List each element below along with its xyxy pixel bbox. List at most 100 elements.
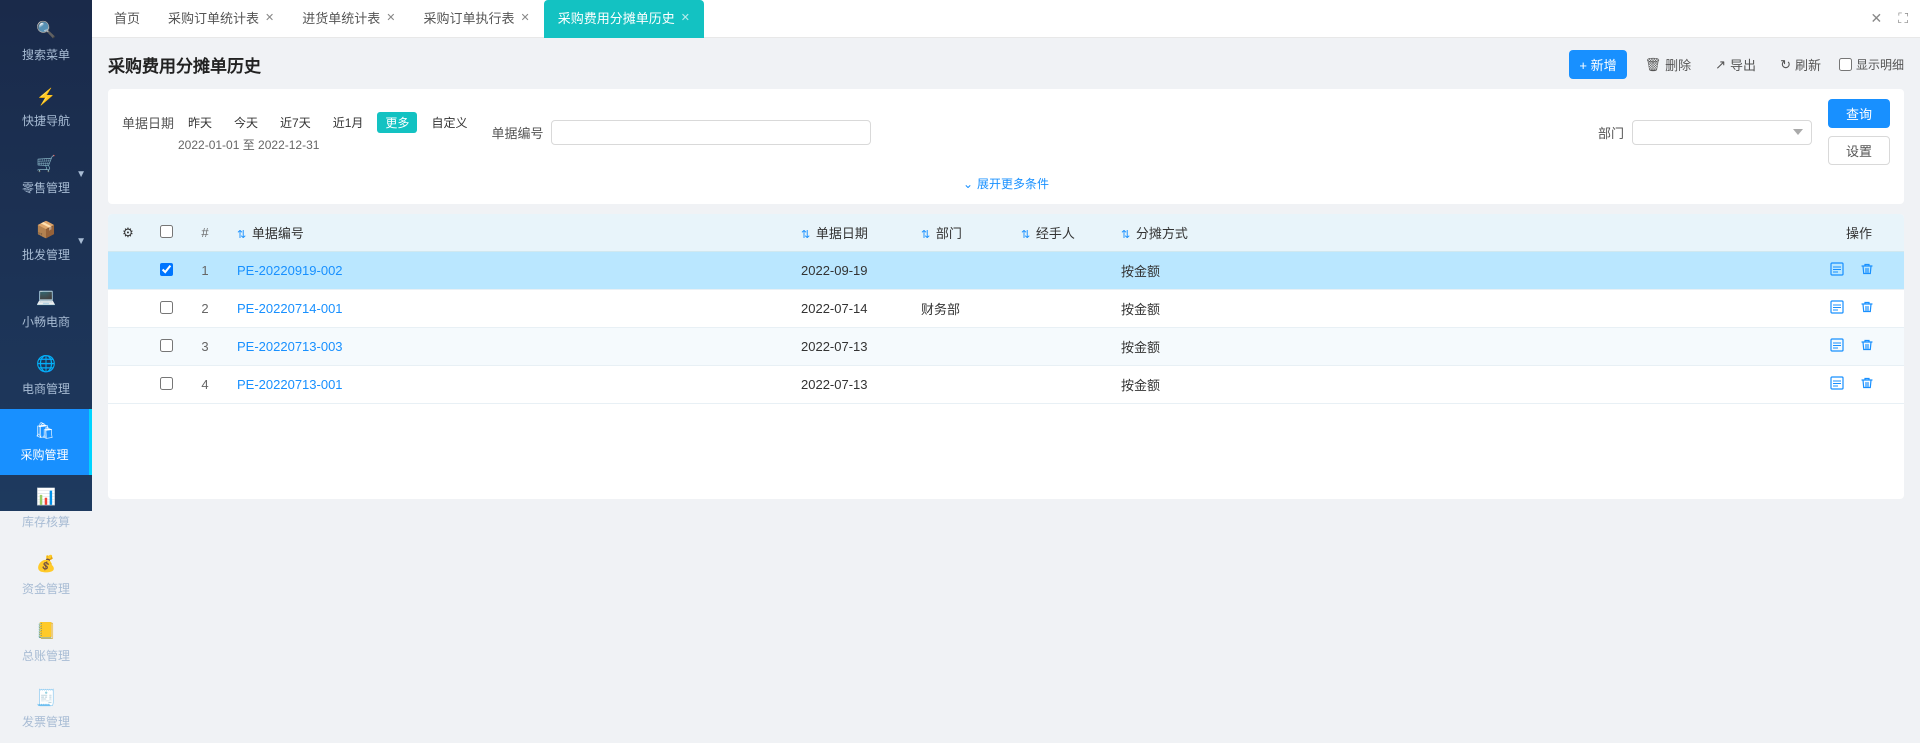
- query-button[interactable]: 查询: [1828, 99, 1890, 128]
- show-cols-label[interactable]: 显示明细: [1839, 56, 1904, 73]
- date-today-button[interactable]: 今天: [226, 112, 266, 133]
- sidebar-item-label: 快捷导航: [22, 114, 70, 128]
- row-split-cell: 按金额: [1109, 252, 1814, 290]
- split-col-header[interactable]: ⇅ 分摊方式: [1109, 214, 1814, 252]
- row-settings-cell: [108, 366, 148, 404]
- row-edit-button[interactable]: [1826, 336, 1848, 357]
- tab-purchase-order-exec-label: 采购订单执行表: [423, 8, 514, 27]
- maximize-button[interactable]: ⛶: [1894, 8, 1912, 29]
- row-split-cell: 按金额: [1109, 328, 1814, 366]
- date-7days-button[interactable]: 近7天: [272, 112, 319, 133]
- filter-settings-button[interactable]: 设置: [1828, 136, 1890, 165]
- export-button[interactable]: ↗ 导出: [1709, 51, 1762, 78]
- row-edit-button[interactable]: [1826, 374, 1848, 395]
- row-delete-button[interactable]: [1856, 298, 1878, 319]
- show-cols-checkbox[interactable]: [1839, 58, 1852, 71]
- close-icon[interactable]: ✕: [521, 11, 530, 24]
- doc-no-input[interactable]: [551, 120, 871, 145]
- row-checkbox[interactable]: [160, 263, 173, 276]
- delete-icon: 🗑: [1645, 57, 1662, 73]
- date-1month-button[interactable]: 近1月: [325, 112, 372, 133]
- refresh-button[interactable]: ↻ 刷新: [1774, 51, 1827, 78]
- dept-select[interactable]: [1632, 120, 1812, 145]
- dept-filter-group: 部门: [1598, 120, 1812, 145]
- dept-col-header[interactable]: ⇅ 部门: [909, 214, 1009, 252]
- doc-no-link[interactable]: PE-20220713-001: [237, 377, 343, 392]
- row-handler-cell: [1009, 328, 1109, 366]
- dept-label: 部门: [1598, 123, 1624, 142]
- doc-no-col-header[interactable]: ⇅ 单据编号: [225, 214, 789, 252]
- row-settings-cell: [108, 252, 148, 290]
- sort-icon: ⇅: [801, 229, 810, 241]
- table-container: ⚙ # ⇅ 单据编号 ⇅ 单据日期: [108, 214, 1904, 499]
- sidebar-item-ecommerce[interactable]: 🌐 电商管理: [0, 342, 92, 409]
- delete-button[interactable]: 🗑 删除: [1639, 51, 1698, 78]
- sidebar-item-finance[interactable]: 💰 资金管理: [0, 542, 92, 609]
- sort-icon: ⇅: [1121, 229, 1130, 241]
- date-filter-label: 单据日期: [122, 113, 174, 132]
- sidebar-item-search[interactable]: 🔍 搜索菜单: [0, 8, 92, 75]
- close-window-button[interactable]: ✕: [1866, 8, 1886, 29]
- doc-no-link[interactable]: PE-20220713-003: [237, 339, 343, 354]
- invoice-icon: 🧾: [4, 686, 88, 712]
- table-row: 2 PE-20220714-001 2022-07-14 财务部 按金额: [108, 290, 1904, 328]
- date-more-button[interactable]: 更多: [377, 112, 417, 133]
- sidebar-item-label: 库存核算: [22, 515, 70, 529]
- sidebar-item-shortcut[interactable]: ⚡ 快捷导航: [0, 75, 92, 142]
- handler-col-header[interactable]: ⇅ 经手人: [1009, 214, 1109, 252]
- table-body: 1 PE-20220919-002 2022-09-19 按金额: [108, 252, 1904, 404]
- doc-no-link[interactable]: PE-20220919-002: [237, 263, 343, 278]
- tab-stock-stats[interactable]: 进货单统计表 ✕: [288, 0, 409, 38]
- doc-no-link[interactable]: PE-20220714-001: [237, 301, 343, 316]
- expand-button[interactable]: ⌄ 展开更多条件: [955, 173, 1057, 194]
- select-all-checkbox[interactable]: [160, 225, 173, 238]
- sidebar-item-accounting[interactable]: 📒 总账管理: [0, 609, 92, 676]
- sidebar-item-wholesale[interactable]: 📦 批发管理 ▼: [0, 208, 92, 275]
- tab-purchase-order-stats[interactable]: 采购订单统计表 ✕: [154, 0, 288, 38]
- row-delete-button[interactable]: [1856, 336, 1878, 357]
- row-checkbox[interactable]: [160, 377, 173, 390]
- row-delete-button[interactable]: [1856, 374, 1878, 395]
- row-delete-button[interactable]: [1856, 260, 1878, 281]
- row-action-cell: [1814, 252, 1904, 290]
- doc-no-filter-group: 单据编号: [491, 120, 1582, 145]
- sidebar-item-invoice[interactable]: 🧾 发票管理: [0, 676, 92, 743]
- doc-no-label: 单据编号: [491, 123, 543, 142]
- purchase-icon: 🛍: [4, 419, 85, 445]
- row-checkbox-cell[interactable]: [148, 366, 185, 404]
- row-date-cell: 2022-09-19: [789, 252, 909, 290]
- settings-col-header[interactable]: ⚙: [108, 214, 148, 252]
- tab-home[interactable]: 首页: [100, 0, 154, 38]
- main-area: 首页 采购订单统计表 ✕ 进货单统计表 ✕ 采购订单执行表 ✕ 采购费用分摊单历…: [92, 0, 1920, 511]
- date-custom-button[interactable]: 自定义: [423, 112, 475, 133]
- date-yesterday-button[interactable]: 昨天: [180, 112, 220, 133]
- row-edit-button[interactable]: [1826, 260, 1848, 281]
- date-col-header[interactable]: ⇅ 单据日期: [789, 214, 909, 252]
- row-checkbox-cell[interactable]: [148, 252, 185, 290]
- add-button[interactable]: + 新增: [1569, 50, 1626, 79]
- row-doc-no-cell: PE-20220919-002: [225, 252, 789, 290]
- close-icon[interactable]: ✕: [681, 11, 690, 24]
- row-edit-button[interactable]: [1826, 298, 1848, 319]
- row-checkbox-cell[interactable]: [148, 290, 185, 328]
- sidebar-item-inventory[interactable]: 📊 库存核算: [0, 475, 92, 542]
- inventory-icon: 📊: [4, 485, 88, 511]
- tab-actions: ✕ ⛶: [1866, 8, 1912, 29]
- ecommerce-icon: 🌐: [4, 352, 88, 378]
- close-icon[interactable]: ✕: [386, 11, 395, 24]
- table-row: 1 PE-20220919-002 2022-09-19 按金额: [108, 252, 1904, 290]
- sidebar-item-retail[interactable]: 🛒 零售管理 ▼: [0, 142, 92, 209]
- sidebar-item-purchase[interactable]: 🛍 采购管理: [0, 409, 92, 476]
- sidebar-item-ecommerce-small[interactable]: 💻 小畅电商: [0, 275, 92, 342]
- row-date-cell: 2022-07-13: [789, 366, 909, 404]
- checkbox-col-header[interactable]: [148, 214, 185, 252]
- page-title: 采购费用分摊单历史: [108, 52, 261, 77]
- tab-purchase-cost-split[interactable]: 采购费用分摊单历史 ✕: [544, 0, 704, 38]
- close-icon[interactable]: ✕: [265, 11, 274, 24]
- tab-purchase-order-exec[interactable]: 采购订单执行表 ✕: [409, 0, 543, 38]
- date-range-text: 2022-01-01 至 2022-12-31: [178, 138, 319, 152]
- row-checkbox-cell[interactable]: [148, 328, 185, 366]
- row-checkbox[interactable]: [160, 339, 173, 352]
- tab-bar: 首页 采购订单统计表 ✕ 进货单统计表 ✕ 采购订单执行表 ✕ 采购费用分摊单历…: [92, 0, 1920, 38]
- row-checkbox[interactable]: [160, 301, 173, 314]
